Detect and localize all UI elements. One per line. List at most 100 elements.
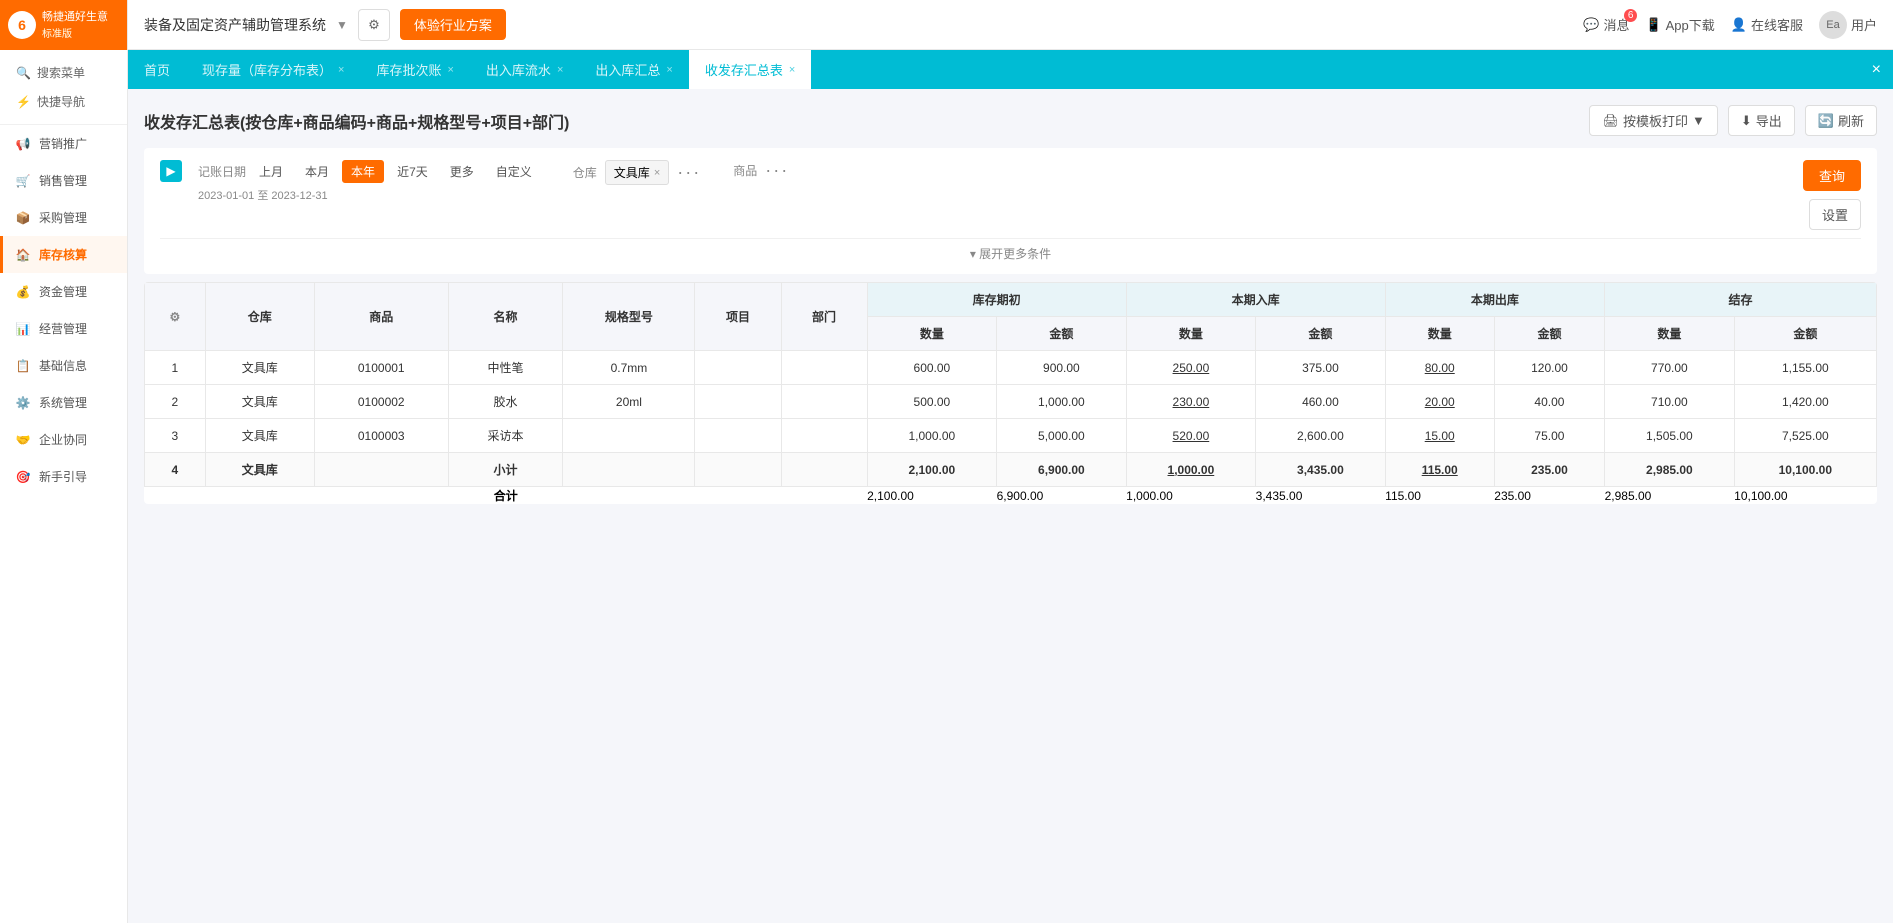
row-in-qty[interactable]: 250.00 xyxy=(1126,351,1256,385)
user-label: 用户 xyxy=(1851,15,1877,34)
goods-more-btn[interactable]: ··· xyxy=(765,160,789,181)
sidebar-item-inventory[interactable]: 🏠 库存核算 xyxy=(0,236,127,273)
table-row: 2文具库0100002胶水20ml500.001,000.00230.00460… xyxy=(145,385,1877,419)
row-in-qty[interactable]: 230.00 xyxy=(1126,385,1256,419)
sidebar-item-finance[interactable]: 💰 资金管理 xyxy=(0,273,127,310)
footer-label: 合计 xyxy=(145,487,868,505)
sidebar-item-system[interactable]: ⚙️ 系统管理 xyxy=(0,384,127,421)
search-menu-item[interactable]: 🔍 搜索菜单 xyxy=(8,58,119,87)
row-bal-amt: 1,155.00 xyxy=(1734,351,1876,385)
page-header: 收发存汇总表(按仓库+商品编码+商品+规格型号+项目+部门) 🖨 按模板打印 ▼… xyxy=(144,105,1877,136)
sidebar-item-basic[interactable]: 📋 基础信息 xyxy=(0,347,127,384)
date-btn-this-year[interactable]: 本年 xyxy=(342,160,384,183)
tab-batch-label: 库存批次账 xyxy=(376,60,441,79)
tab-inout-flow[interactable]: 出入库流水 × xyxy=(470,50,579,89)
operations-icon: 📊 xyxy=(15,321,31,337)
row-code: 0100003 xyxy=(314,419,448,453)
footer-open-qty: 2,100.00 xyxy=(867,487,997,505)
row-open-qty: 2,100.00 xyxy=(867,453,997,487)
row-dept xyxy=(781,385,867,419)
row-spec: 0.7mm xyxy=(563,351,695,385)
tab-receive-summary-close[interactable]: × xyxy=(789,64,795,76)
sidebar-item-purchase-label: 采购管理 xyxy=(39,209,87,226)
goods-filter-label: 商品 xyxy=(733,162,757,179)
row-code: 0100002 xyxy=(314,385,448,419)
marketing-icon: 📢 xyxy=(15,136,31,152)
row-open-amt: 6,900.00 xyxy=(997,453,1127,487)
row-out-qty[interactable]: 15.00 xyxy=(1385,419,1494,453)
app-download-button[interactable]: 📱 App下载 xyxy=(1645,15,1714,34)
print-button[interactable]: 🖨 按模板打印 ▼ xyxy=(1589,105,1717,136)
row-out-qty[interactable]: 80.00 xyxy=(1385,351,1494,385)
row-in-amt: 375.00 xyxy=(1256,351,1386,385)
tab-inout-summary-close[interactable]: × xyxy=(666,64,672,76)
export-button[interactable]: ⬇ 导出 xyxy=(1728,105,1795,136)
quick-nav-item[interactable]: ⚡ 快捷导航 xyxy=(8,87,119,116)
sidebar-item-enterprise[interactable]: 🤝 企业协同 xyxy=(0,421,127,458)
row-warehouse: 文具库 xyxy=(205,419,314,453)
user-menu-button[interactable]: Ea 用户 xyxy=(1819,11,1877,39)
tab-batch-close[interactable]: × xyxy=(447,64,453,76)
tab-inout-flow-label: 出入库流水 xyxy=(486,60,551,79)
support-button[interactable]: 👤 在线客服 xyxy=(1731,15,1803,34)
app-label: App下载 xyxy=(1666,15,1715,34)
row-in-qty[interactable]: 1,000.00 xyxy=(1126,453,1256,487)
tab-inout-summary[interactable]: 出入库汇总 × xyxy=(579,50,688,89)
row-open-amt: 900.00 xyxy=(997,351,1127,385)
row-open-qty: 1,000.00 xyxy=(867,419,997,453)
main-area: 装备及固定资产辅助管理系统 ▼ ⚙ 体验行业方案 💬 消息 6 📱 App下载 … xyxy=(128,0,1893,923)
message-button[interactable]: 💬 消息 6 xyxy=(1583,15,1629,34)
date-btn-custom[interactable]: 自定义 xyxy=(487,160,541,183)
sidebar-item-operations[interactable]: 📊 经营管理 xyxy=(0,310,127,347)
query-button[interactable]: 查询 xyxy=(1803,160,1861,191)
col-in-group: 本期入库 xyxy=(1126,283,1385,317)
row-warehouse: 文具库 xyxy=(205,351,314,385)
row-out-amt: 40.00 xyxy=(1494,385,1604,419)
topbar-dropdown-arrow[interactable]: ▼ xyxy=(336,18,348,32)
row-out-qty[interactable]: 20.00 xyxy=(1385,385,1494,419)
warehouse-more-btn[interactable]: ··· xyxy=(677,162,701,183)
tab-home[interactable]: 首页 xyxy=(128,50,186,89)
date-btn-this-month[interactable]: 本月 xyxy=(296,160,338,183)
row-open-qty: 600.00 xyxy=(867,351,997,385)
settings-gear-button[interactable]: ⚙ xyxy=(358,9,390,41)
filter-setting-button[interactable]: 设置 xyxy=(1809,199,1861,230)
sidebar-item-purchase[interactable]: 📦 采购管理 xyxy=(0,199,127,236)
tab-inventory-dist-close[interactable]: × xyxy=(338,64,344,76)
footer-out-amt: 235.00 xyxy=(1494,487,1604,505)
refresh-button[interactable]: 🔄 刷新 xyxy=(1805,105,1877,136)
sidebar-item-marketing[interactable]: 📢 营销推广 xyxy=(0,125,127,162)
tab-inventory-dist[interactable]: 现存量（库存分布表） × xyxy=(186,50,360,89)
content-area: 收发存汇总表(按仓库+商品编码+商品+规格型号+项目+部门) 🖨 按模板打印 ▼… xyxy=(128,89,1893,923)
filter-expand-arrow[interactable]: ▶ xyxy=(160,160,182,182)
table-row: 4文具库小计2,100.006,900.001,000.003,435.0011… xyxy=(145,453,1877,487)
sidebar-item-system-label: 系统管理 xyxy=(39,394,87,411)
date-btn-7days[interactable]: 近7天 xyxy=(388,160,437,183)
row-project xyxy=(695,351,781,385)
row-project xyxy=(695,453,781,487)
table-row: 3文具库0100003采访本1,000.005,000.00520.002,60… xyxy=(145,419,1877,453)
tab-batch[interactable]: 库存批次账 × xyxy=(360,50,469,89)
tabs-close-all[interactable]: × xyxy=(1860,61,1893,79)
topbar: 装备及固定资产辅助管理系统 ▼ ⚙ 体验行业方案 💬 消息 6 📱 App下载 … xyxy=(128,0,1893,50)
col-settings-header[interactable]: ⚙ xyxy=(145,283,206,351)
message-badge: 6 xyxy=(1624,9,1638,22)
support-label: 在线客服 xyxy=(1751,15,1803,34)
row-in-amt: 3,435.00 xyxy=(1256,453,1386,487)
tab-receive-summary[interactable]: 收发存汇总表 × xyxy=(689,50,811,89)
date-btn-last-month[interactable]: 上月 xyxy=(250,160,292,183)
warehouse-tag-remove[interactable]: × xyxy=(654,167,660,179)
expand-more-button[interactable]: ▾ 展开更多条件 xyxy=(970,245,1051,262)
row-out-qty[interactable]: 115.00 xyxy=(1385,453,1494,487)
date-btn-more[interactable]: 更多 xyxy=(441,160,483,183)
row-project xyxy=(695,385,781,419)
print-label: 按模板打印 xyxy=(1623,111,1688,130)
row-out-amt: 120.00 xyxy=(1494,351,1604,385)
row-in-qty[interactable]: 520.00 xyxy=(1126,419,1256,453)
tab-inout-flow-close[interactable]: × xyxy=(557,64,563,76)
sidebar-item-guide[interactable]: 🎯 新手引导 xyxy=(0,458,127,495)
col-open-qty-header: 数量 xyxy=(867,317,997,351)
row-bal-qty: 2,985.00 xyxy=(1605,453,1735,487)
trial-button[interactable]: 体验行业方案 xyxy=(400,9,506,40)
sidebar-item-sales[interactable]: 🛒 销售管理 xyxy=(0,162,127,199)
